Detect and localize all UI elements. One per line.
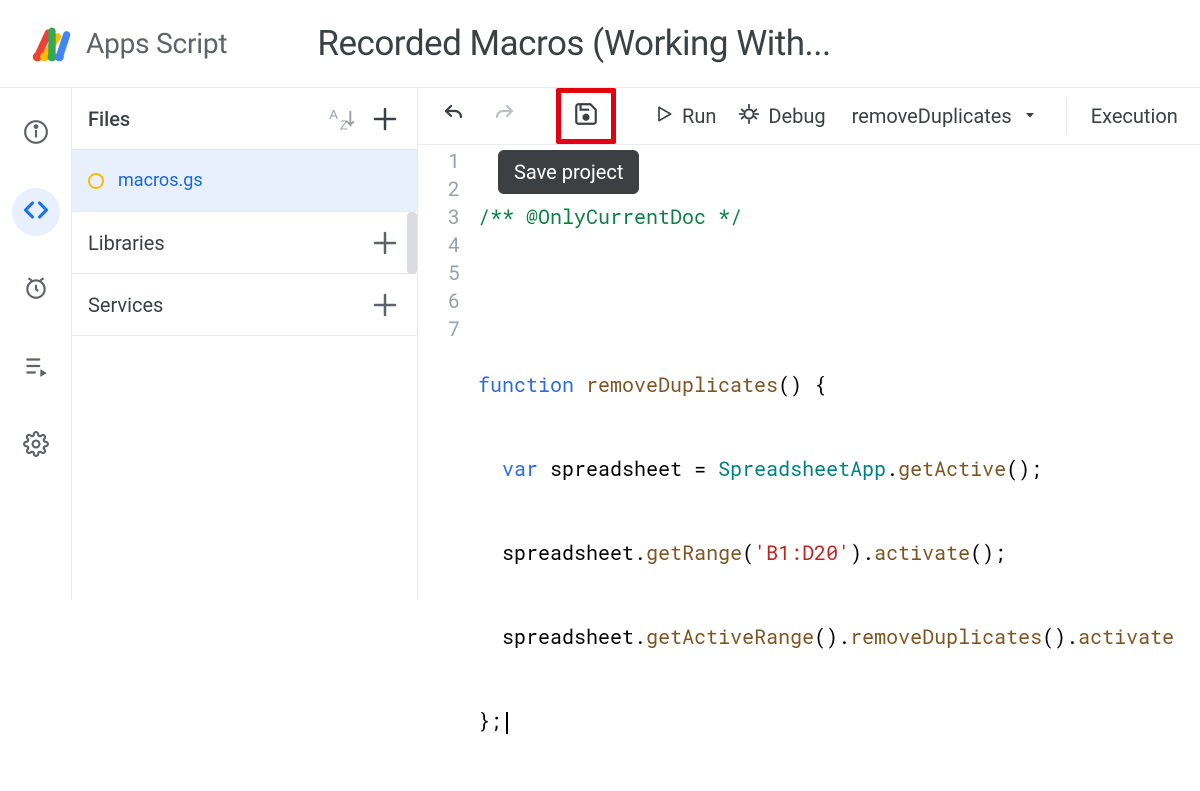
code-content[interactable]: /** @OnlyCurrentDoc */ function removeDu… <box>478 147 1200 791</box>
main-area: Files AZ macros.gs Libraries Services <box>0 88 1200 600</box>
nav-triggers[interactable] <box>12 266 60 314</box>
code-token: removeDuplicates <box>586 372 778 398</box>
code-token: removeDuplicates <box>850 624 1042 650</box>
sort-az-icon[interactable]: AZ <box>325 103 357 135</box>
save-tooltip: Save project <box>498 150 639 194</box>
function-selector[interactable]: removeDuplicates <box>840 104 1050 128</box>
editor-toolbar: Run Debug removeDuplicates Execution <box>418 88 1200 145</box>
files-header: Files AZ <box>72 88 417 150</box>
code-token: SpreadsheetApp <box>718 456 886 482</box>
svg-text:Z: Z <box>340 117 348 132</box>
run-label: Run <box>682 104 716 128</box>
services-label: Services <box>88 293 369 317</box>
line-number: 5 <box>418 259 460 287</box>
nav-overview[interactable] <box>12 110 60 158</box>
editor-area: Run Debug removeDuplicates Execution Sav… <box>418 88 1200 600</box>
code-token: getActiveRange <box>646 624 814 650</box>
libraries-label: Libraries <box>88 231 369 255</box>
run-button[interactable]: Run <box>646 94 724 138</box>
debug-icon <box>738 103 760 130</box>
services-section[interactable]: Services <box>72 274 417 336</box>
play-icon <box>654 104 674 129</box>
save-icon <box>573 101 599 132</box>
code-icon <box>22 196 50 228</box>
function-selected-label: removeDuplicates <box>852 104 1012 128</box>
code-token: var <box>502 456 538 482</box>
code-token: getRange <box>646 540 742 566</box>
file-name-label: macros.gs <box>118 170 203 191</box>
undo-icon <box>442 102 466 131</box>
code-token: getActive <box>898 456 1006 482</box>
product-name: Apps Script <box>86 27 227 60</box>
executions-icon <box>23 353 49 383</box>
scrollbar-thumb[interactable] <box>407 212 417 274</box>
code-token: function <box>478 372 574 398</box>
line-number: 2 <box>418 175 460 203</box>
redo-icon <box>492 102 516 131</box>
code-token: activate <box>1078 624 1174 650</box>
execution-label: Execution <box>1091 104 1178 128</box>
apps-script-logo-icon <box>30 22 74 66</box>
code-editor[interactable]: 1 2 3 4 5 6 7 /** @OnlyCurrentDoc */ fun… <box>418 145 1200 791</box>
save-button-highlight <box>556 88 616 144</box>
file-panel: Files AZ macros.gs Libraries Services <box>72 88 418 600</box>
app-header: Apps Script Recorded Macros (Working Wit… <box>0 0 1200 88</box>
files-header-label: Files <box>88 107 313 131</box>
svg-text:A: A <box>329 107 338 122</box>
add-service-icon[interactable] <box>369 289 401 321</box>
save-button[interactable] <box>565 97 607 135</box>
line-number: 7 <box>418 315 460 343</box>
undo-button[interactable] <box>432 94 476 138</box>
code-token: spreadsheet <box>550 456 682 482</box>
debug-label: Debug <box>768 104 825 128</box>
clock-icon <box>23 275 49 305</box>
debug-button[interactable]: Debug <box>730 94 833 138</box>
line-number: 3 <box>418 203 460 231</box>
left-nav-rail <box>0 88 72 600</box>
add-library-icon[interactable] <box>369 227 401 259</box>
text-cursor <box>506 712 508 734</box>
product-logo-group: Apps Script <box>30 22 227 66</box>
save-tooltip-text: Save project <box>514 160 623 184</box>
code-token: activate <box>874 540 970 566</box>
info-icon <box>23 119 49 149</box>
nav-settings[interactable] <box>12 422 60 470</box>
nav-editor[interactable] <box>12 188 60 236</box>
line-number: 6 <box>418 287 460 315</box>
line-gutter: 1 2 3 4 5 6 7 <box>418 147 478 791</box>
file-item-macros[interactable]: macros.gs <box>72 150 417 212</box>
gear-icon <box>23 431 49 461</box>
libraries-section[interactable]: Libraries <box>72 212 417 274</box>
code-token: spreadsheet <box>502 540 634 566</box>
redo-button[interactable] <box>482 94 526 138</box>
add-file-icon[interactable] <box>369 103 401 135</box>
execution-log-button[interactable]: Execution <box>1083 104 1186 128</box>
unsaved-indicator-icon <box>88 173 104 189</box>
line-number: 1 <box>418 147 460 175</box>
project-title[interactable]: Recorded Macros (Working With... <box>317 23 830 64</box>
nav-executions[interactable] <box>12 344 60 392</box>
code-token: spreadsheet <box>502 624 634 650</box>
chevron-down-icon <box>1022 104 1038 128</box>
line-number: 4 <box>418 231 460 259</box>
code-comment: /** @OnlyCurrentDoc */ <box>478 204 742 230</box>
toolbar-divider <box>1066 98 1067 134</box>
code-token: 'B1:D20' <box>754 540 850 566</box>
